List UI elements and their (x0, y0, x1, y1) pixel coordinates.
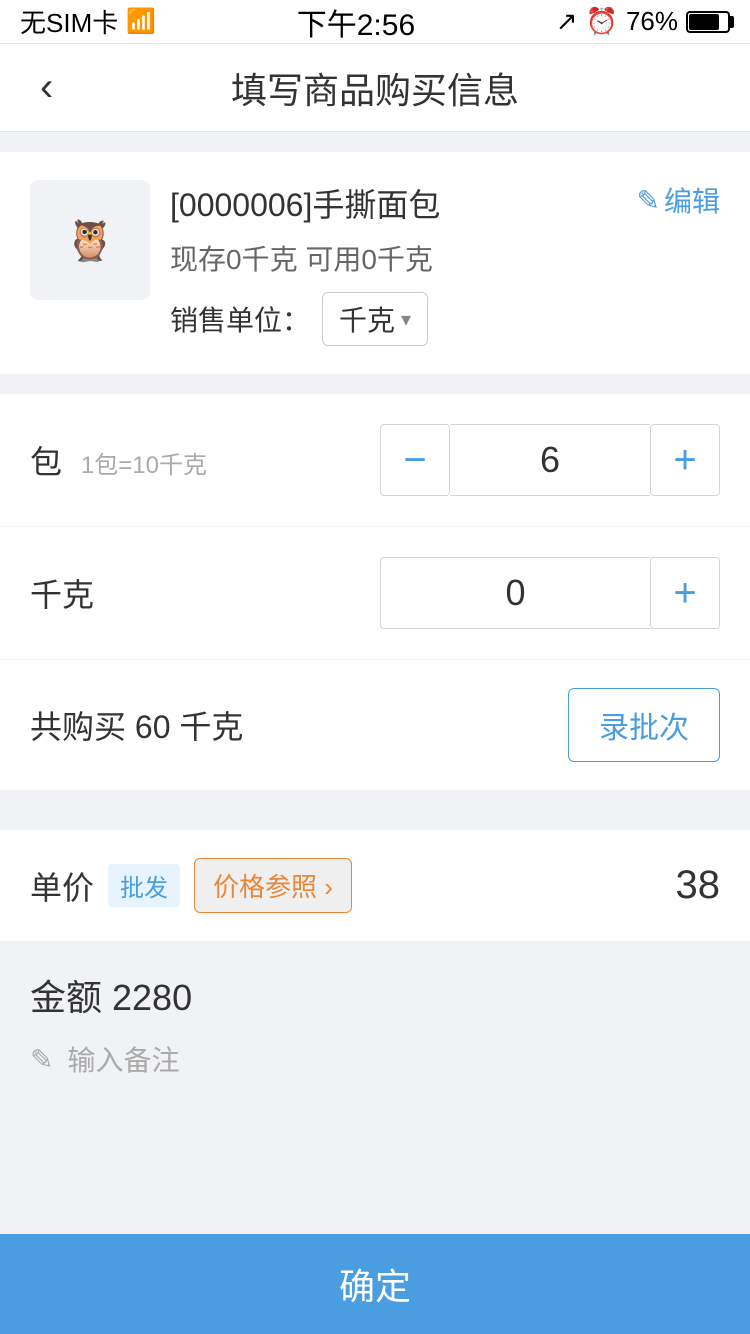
unit-label: 销售单位： (170, 299, 310, 339)
qty-row-bao: 包 1包=10千克 − + (0, 394, 750, 527)
back-button[interactable]: ‹ (30, 55, 63, 120)
qty-row-kg: 千克 + (0, 527, 750, 660)
qty-hint-bao: 1包=10千克 (81, 452, 207, 479)
product-info: [0000006]手撕面包 ✎ 编辑 现存0千克 可用0千克 销售单位： 千克 … (170, 180, 720, 346)
qty-controls-bao: − + (380, 424, 720, 496)
divider-1 (0, 374, 750, 394)
qty-input-kg[interactable] (380, 557, 650, 629)
total-row: 共购买 60 千克 录批次 (0, 660, 750, 790)
product-unit-row: 销售单位： 千克 ▾ (170, 292, 720, 346)
qty-label-bao: 包 1包=10千克 (30, 437, 380, 483)
carrier-label: 无SIM卡 (20, 3, 118, 40)
batch-button[interactable]: 录批次 (568, 688, 720, 762)
confirm-button[interactable]: 确定 (339, 1258, 411, 1310)
product-card: 🦉 [0000006]手撕面包 ✎ 编辑 现存0千克 可用0千克 销售单位： 千… (0, 152, 750, 374)
product-logo: 🦉 (65, 217, 115, 264)
product-edit-button[interactable]: ✎ 编辑 (637, 180, 720, 220)
price-ref-button[interactable]: 价格参照 › (194, 858, 352, 913)
qty-input-bao[interactable] (450, 424, 650, 496)
pencil-icon: ✎ (30, 1043, 53, 1076)
total-text: 共购买 60 千克 (30, 702, 243, 748)
status-left: 无SIM卡 📶 (20, 3, 156, 40)
product-thumbnail: 🦉 (30, 180, 150, 300)
amount-section: 金额 2280 ✎ 输入备注 (0, 941, 750, 1095)
edit-icon: ✎ (637, 184, 660, 217)
price-label: 单价 (30, 863, 94, 909)
price-value: 38 (676, 863, 721, 908)
status-time: 下午2:56 (297, 0, 415, 44)
unit-chevron: ▾ (401, 307, 411, 332)
qty-unit-bao: 包 (30, 444, 62, 480)
battery-percent: 76% (626, 6, 678, 37)
product-name-row: [0000006]手撕面包 ✎ 编辑 (170, 180, 720, 226)
unit-select[interactable]: 千克 ▾ (322, 292, 428, 346)
price-section: 单价 批发 价格参照 › 38 (0, 830, 750, 941)
plus-button-bao[interactable]: + (650, 424, 720, 496)
note-placeholder: 输入备注 (67, 1039, 179, 1079)
note-row[interactable]: ✎ 输入备注 (30, 1039, 720, 1079)
price-type-badge: 批发 (108, 864, 180, 907)
content-area: 🦉 [0000006]手撕面包 ✎ 编辑 现存0千克 可用0千克 销售单位： 千… (0, 152, 750, 1215)
quantity-section: 包 1包=10千克 − + 千克 + (0, 394, 750, 660)
amount-value: 2280 (112, 977, 192, 1018)
wifi-icon: 📶 (126, 7, 156, 36)
gps-icon: ↗ (556, 6, 578, 37)
status-right: ↗ ⏰ 76% (556, 6, 730, 37)
alarm-icon: ⏰ (586, 6, 618, 37)
product-name: [0000006]手撕面包 (170, 180, 440, 226)
unit-value: 千克 (339, 299, 395, 339)
price-label-group: 单价 批发 价格参照 › (30, 858, 352, 913)
status-bar: 无SIM卡 📶 下午2:56 ↗ ⏰ 76% (0, 0, 750, 44)
divider-2 (0, 790, 750, 810)
product-stock: 现存0千克 可用0千克 (170, 238, 720, 278)
qty-label-kg: 千克 (30, 570, 380, 616)
battery-icon (686, 11, 730, 33)
nav-bar: ‹ 填写商品购买信息 (0, 44, 750, 132)
minus-button-bao[interactable]: − (380, 424, 450, 496)
edit-label: 编辑 (664, 180, 720, 220)
page-title: 填写商品购买信息 (231, 62, 519, 114)
qty-controls-kg: + (380, 557, 720, 629)
qty-unit-kg: 千克 (30, 577, 94, 613)
plus-button-kg[interactable]: + (650, 557, 720, 629)
amount-row: 金额 2280 (30, 969, 720, 1021)
price-row: 单价 批发 价格参照 › 38 (30, 858, 720, 913)
confirm-bar[interactable]: 确定 (0, 1234, 750, 1334)
amount-label: 金额 (30, 977, 112, 1018)
